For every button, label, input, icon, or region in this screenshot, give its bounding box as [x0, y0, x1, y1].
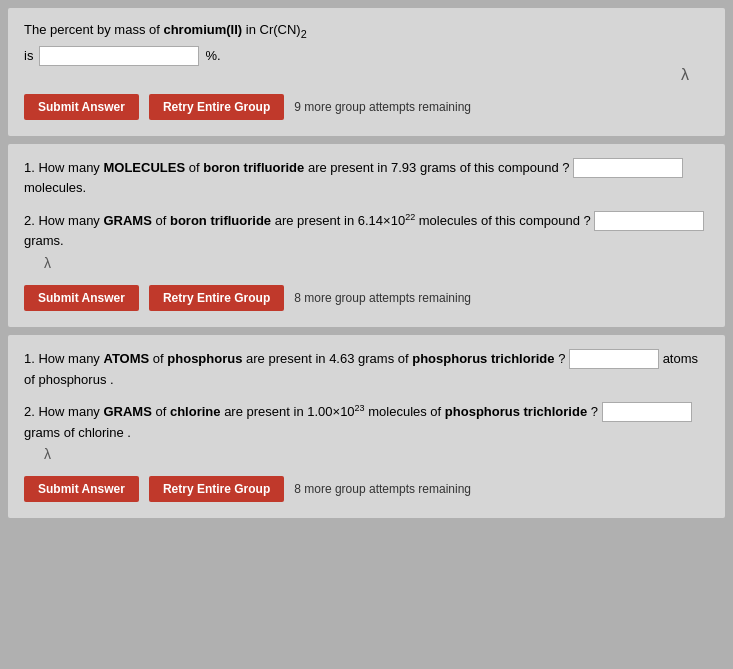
section-2: 1. How many MOLECULES of boron trifluori…: [8, 144, 725, 327]
q3-2-text: 2. How many GRAMS of chlorine are presen…: [24, 404, 598, 419]
q2-1-text: 1. How many MOLECULES of boron trifluori…: [24, 160, 570, 175]
button-row-2: Submit Answer Retry Entire Group 8 more …: [24, 285, 709, 311]
attempts-text-3: 8 more group attempts remaining: [294, 482, 471, 496]
phosphorus-bold-1: phosphorus: [167, 351, 242, 366]
question-3-2: 2. How many GRAMS of chlorine are presen…: [24, 401, 709, 467]
lambda-icon-3: λ: [44, 446, 51, 462]
submit-answer-button-3[interactable]: Submit Answer: [24, 476, 139, 502]
q3-1-text: 1. How many ATOMS of phosphorus are pres…: [24, 351, 565, 366]
borontrifluoride-bold-2: boron trifluoride: [170, 213, 271, 228]
chlorine-bold: chlorine: [170, 404, 221, 419]
percent-input-row: is %.: [24, 46, 709, 66]
submit-answer-button-2[interactable]: Submit Answer: [24, 285, 139, 311]
retry-entire-group-button-1[interactable]: Retry Entire Group: [149, 94, 284, 120]
button-row-1: Submit Answer Retry Entire Group 9 more …: [24, 94, 709, 120]
molecules-input[interactable]: [573, 158, 683, 178]
atoms-bold: ATOMS: [103, 351, 149, 366]
chromium-bold: chromium(II): [163, 22, 242, 37]
attempts-text-1: 9 more group attempts remaining: [294, 100, 471, 114]
retry-entire-group-button-3[interactable]: Retry Entire Group: [149, 476, 284, 502]
borontrifluoride-bold-1: boron trifluoride: [203, 160, 304, 175]
question-3-1: 1. How many ATOMS of phosphorus are pres…: [24, 349, 709, 391]
attempts-text-2: 8 more group attempts remaining: [294, 291, 471, 305]
exp-22: 22: [405, 211, 415, 221]
phos-trichloride-bold-2: phosphorus trichloride: [445, 404, 587, 419]
is-label: is: [24, 48, 33, 63]
retry-entire-group-button-2[interactable]: Retry Entire Group: [149, 285, 284, 311]
question-2-2: 2. How many GRAMS of boron trifluoride a…: [24, 209, 709, 275]
lambda-row-1: λ: [24, 66, 709, 84]
grams-bold-2: GRAMS: [103, 404, 151, 419]
question-2-1: 1. How many MOLECULES of boron trifluori…: [24, 158, 709, 200]
grams-input-1[interactable]: [594, 211, 704, 231]
molecules-bold: MOLECULES: [103, 160, 185, 175]
submit-answer-button-1[interactable]: Submit Answer: [24, 94, 139, 120]
q2-2-text: 2. How many GRAMS of boron trifluoride a…: [24, 213, 591, 228]
grams-input-2[interactable]: [602, 402, 692, 422]
subscript-2: 2: [301, 28, 307, 40]
lambda-icon-1: λ: [681, 66, 689, 84]
atoms-input[interactable]: [569, 349, 659, 369]
grams-bold-1: GRAMS: [103, 213, 151, 228]
percent-suffix: %.: [205, 48, 220, 63]
grams-chlorine-suffix: grams of chlorine .: [24, 425, 131, 440]
percent-input[interactable]: [39, 46, 199, 66]
section-3: 1. How many ATOMS of phosphorus are pres…: [8, 335, 725, 518]
section-1: The percent by mass of chromium(II) in C…: [8, 8, 725, 136]
grams-suffix-1: grams.: [24, 233, 64, 248]
molecules-suffix: molecules.: [24, 180, 86, 195]
section1-title: The percent by mass of chromium(II) in C…: [24, 22, 709, 40]
phos-trichloride-bold-1: phosphorus trichloride: [412, 351, 554, 366]
exp-23: 23: [355, 403, 365, 413]
lambda-icon-2: λ: [44, 255, 51, 271]
button-row-3: Submit Answer Retry Entire Group 8 more …: [24, 476, 709, 502]
